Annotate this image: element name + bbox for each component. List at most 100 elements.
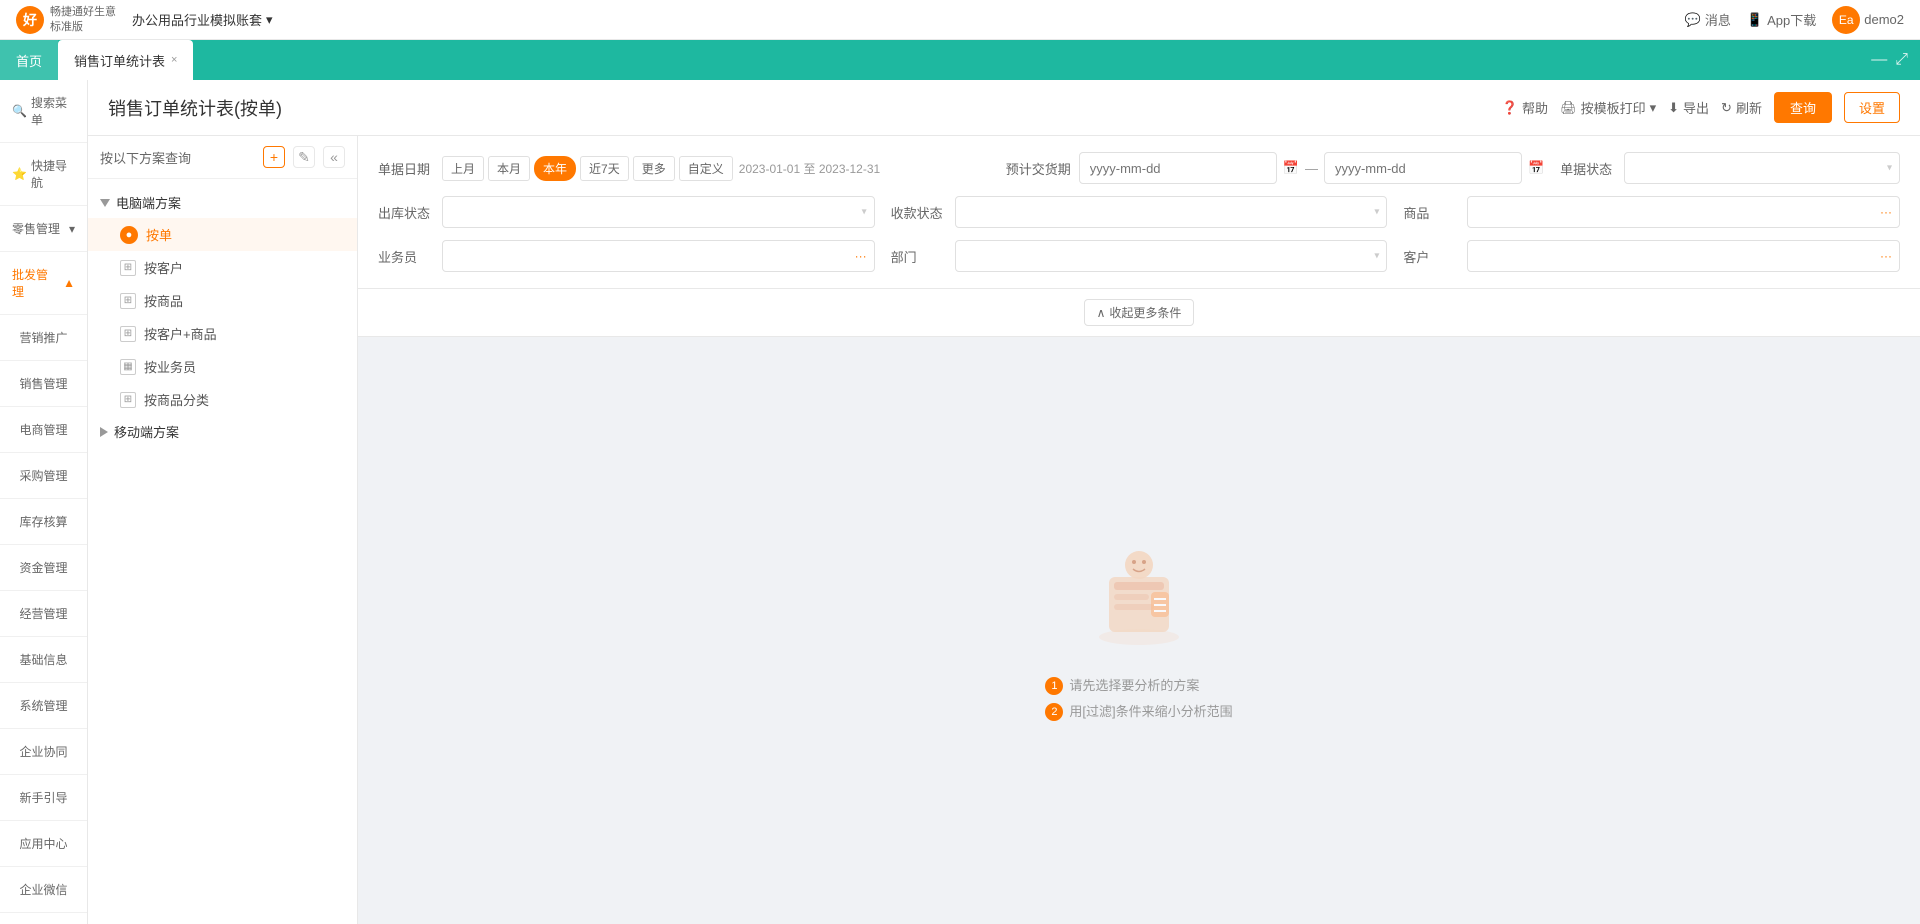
sidebar-item-search[interactable]: 🔍 搜索菜单 bbox=[0, 80, 87, 143]
receipt-status-label: 收款状态 bbox=[891, 203, 947, 222]
date-shortcut-7days[interactable]: 近7天 bbox=[580, 156, 629, 181]
help-btn[interactable]: ❓ 帮助 bbox=[1502, 98, 1548, 117]
sidebar-item-member[interactable]: 畅会员 bbox=[0, 913, 87, 924]
empty-state: 1 请先选择要分析的方案 2 用[过滤]条件来缩小分析范围 bbox=[358, 337, 1920, 924]
filter-row-1: 单据日期 上月 本月 本年 近7天 更多 自定义 20 bbox=[378, 152, 1900, 184]
top-bar: 好 畅捷通好生意 标准版 办公用品行业模拟账套 ▾ 💬 消息 📱 App下载 E… bbox=[0, 0, 1920, 40]
scheme-item-by-staff[interactable]: ▦ 按业务员 bbox=[88, 350, 357, 383]
mobile-scheme-group: 移动端方案 bbox=[88, 416, 357, 447]
scheme-cust-goods-icon: ⊞ bbox=[120, 326, 136, 342]
scheme-item-by-goods[interactable]: ⊞ 按商品 bbox=[88, 284, 357, 317]
scheme-category-icon: ⊞ bbox=[120, 392, 136, 408]
status-select-wrapper: ▾ bbox=[1624, 152, 1900, 184]
mobile-scheme-group-header[interactable]: 移动端方案 bbox=[88, 416, 357, 447]
staff-input[interactable] bbox=[442, 240, 875, 272]
filter-row-3: 业务员 ··· 部门 ▾ bbox=[378, 240, 1900, 272]
staff-more-btn[interactable]: ··· bbox=[851, 249, 871, 263]
expected-date-range: 📅 — 📅 bbox=[1079, 152, 1544, 184]
dept-select-wrapper: ▾ bbox=[955, 240, 1388, 272]
customer-input[interactable] bbox=[1467, 240, 1900, 272]
out-status-select[interactable] bbox=[442, 196, 875, 228]
sidebar-item-purchase[interactable]: 采购管理 bbox=[0, 453, 87, 499]
expected-date-label: 预计交货期 bbox=[1006, 159, 1071, 178]
date-shortcut-this-year[interactable]: 本年 bbox=[534, 156, 576, 181]
empty-tips: 1 请先选择要分析的方案 2 用[过滤]条件来缩小分析范围 bbox=[1045, 673, 1232, 725]
avatar: Ea bbox=[1832, 6, 1860, 34]
expected-date-end[interactable] bbox=[1324, 152, 1522, 184]
workspace-selector[interactable]: 办公用品行业模拟账套 ▾ bbox=[124, 10, 281, 29]
scheme-item-by-order[interactable]: ● 按单 bbox=[88, 218, 357, 251]
tab-sales-order-stats[interactable]: 销售订单统计表 × bbox=[58, 40, 193, 80]
scheme-item-by-customer[interactable]: ⊞ 按客户 bbox=[88, 251, 357, 284]
goods-input-wrapper: ··· bbox=[1467, 196, 1900, 228]
date-shortcut-this-month[interactable]: 本月 bbox=[488, 156, 530, 181]
sidebar-item-sales[interactable]: 销售管理 bbox=[0, 361, 87, 407]
tab-home[interactable]: 首页 bbox=[0, 40, 58, 80]
filter-customer: 客户 ··· bbox=[1403, 240, 1900, 272]
status-select[interactable] bbox=[1624, 152, 1900, 184]
pc-scheme-group-header[interactable]: 电脑端方案 bbox=[88, 187, 357, 218]
filter-date: 单据日期 上月 本月 本年 近7天 更多 自定义 20 bbox=[378, 156, 990, 181]
filter-staff: 业务员 ··· bbox=[378, 240, 875, 272]
search-icon: 🔍 bbox=[12, 104, 27, 118]
sidebar-item-newbie[interactable]: 新手引导 bbox=[0, 775, 87, 821]
user-area[interactable]: Ea demo2 bbox=[1832, 6, 1904, 34]
top-bar-right: 💬 消息 📱 App下载 Ea demo2 bbox=[1685, 6, 1904, 34]
sidebar-item-base[interactable]: 基础信息 bbox=[0, 637, 87, 683]
scheme-item-by-cust-goods[interactable]: ⊞ 按客户+商品 bbox=[88, 317, 357, 350]
sidebar-item-retail[interactable]: 零售管理 ▾ bbox=[0, 206, 87, 252]
sidebar-item-quick[interactable]: ⭐ 快捷导航 bbox=[0, 143, 87, 206]
minimize-btn[interactable]: — bbox=[1871, 51, 1887, 69]
setting-btn[interactable]: 设置 bbox=[1844, 92, 1900, 123]
sidebar-item-corp[interactable]: 企业协同 bbox=[0, 729, 87, 775]
out-status-wrapper: ▾ bbox=[442, 196, 875, 228]
main-layout: 🔍 搜索菜单 ⭐ 快捷导航 零售管理 ▾ 批发管理 ▲ 营销推广 销售管理 电商… bbox=[0, 80, 1920, 924]
date-shortcut-tabs: 上月 本月 本年 近7天 更多 自定义 bbox=[442, 156, 733, 181]
sidebar-item-ecom[interactable]: 电商管理 bbox=[0, 407, 87, 453]
scheme-item-by-category[interactable]: ⊞ 按商品分类 bbox=[88, 383, 357, 416]
print-btn[interactable]: 🖨 按模板打印 ▾ bbox=[1560, 98, 1656, 117]
content-area: 销售订单统计表(按单) ❓ 帮助 🖨 按模板打印 ▾ ⬇ 导出 ↻ 刷新 bbox=[88, 80, 1920, 924]
filter-dept: 部门 ▾ bbox=[891, 240, 1388, 272]
collapse-more-btn[interactable]: ∧ 收起更多条件 bbox=[1084, 299, 1195, 326]
dept-select[interactable] bbox=[955, 240, 1388, 272]
date-shortcut-more[interactable]: 更多 bbox=[633, 156, 675, 181]
export-icon: ⬇ bbox=[1668, 100, 1679, 116]
staff-label: 业务员 bbox=[378, 247, 434, 266]
date-shortcut-custom[interactable]: 自定义 bbox=[679, 156, 733, 181]
message-btn[interactable]: 💬 消息 bbox=[1685, 10, 1731, 29]
goods-input[interactable] bbox=[1467, 196, 1900, 228]
sidebar-item-ops[interactable]: 经营管理 bbox=[0, 591, 87, 637]
query-btn[interactable]: 查询 bbox=[1774, 92, 1832, 123]
empty-illustration bbox=[1079, 537, 1199, 657]
export-btn[interactable]: ⬇ 导出 bbox=[1668, 98, 1709, 117]
expected-date-start[interactable] bbox=[1079, 152, 1277, 184]
tab-close-btn[interactable]: × bbox=[171, 54, 177, 66]
sidebar-item-finance[interactable]: 资金管理 bbox=[0, 545, 87, 591]
date-label: 单据日期 bbox=[378, 159, 434, 178]
chevron-down-icon: ▾ bbox=[69, 222, 75, 236]
edit-scheme-btn[interactable]: ✎ bbox=[293, 146, 315, 168]
receipt-status-select[interactable] bbox=[955, 196, 1388, 228]
customer-more-btn[interactable]: ··· bbox=[1876, 249, 1896, 263]
date-shortcut-last-month[interactable]: 上月 bbox=[442, 156, 484, 181]
scheme-staff-icon: ▦ bbox=[120, 359, 136, 375]
add-scheme-btn[interactable]: + bbox=[263, 146, 285, 168]
collapse-scheme-btn[interactable]: « bbox=[323, 146, 345, 168]
sidebar-item-marketing[interactable]: 营销推广 bbox=[0, 315, 87, 361]
top-bar-left: 好 畅捷通好生意 标准版 办公用品行业模拟账套 ▾ bbox=[16, 5, 281, 34]
goods-more-btn[interactable]: ··· bbox=[1876, 205, 1896, 219]
sidebar-item-wholesale[interactable]: 批发管理 ▲ bbox=[0, 252, 87, 315]
app-download-btn[interactable]: 📱 App下载 bbox=[1747, 10, 1816, 29]
sidebar-item-wechat[interactable]: 企业微信 bbox=[0, 867, 87, 913]
sidebar-item-sys[interactable]: 系统管理 bbox=[0, 683, 87, 729]
sidebar-item-inventory[interactable]: 库存核算 bbox=[0, 499, 87, 545]
maximize-btn[interactable]: ⤢ bbox=[1895, 51, 1908, 69]
scheme-goods-icon: ⊞ bbox=[120, 293, 136, 309]
sidebar-item-apps[interactable]: 应用中心 bbox=[0, 821, 87, 867]
refresh-btn[interactable]: ↻ 刷新 bbox=[1721, 98, 1762, 117]
page-actions: ❓ 帮助 🖨 按模板打印 ▾ ⬇ 导出 ↻ 刷新 查询 设置 bbox=[1502, 92, 1900, 135]
scheme-customer-icon: ⊞ bbox=[120, 260, 136, 276]
print-icon: 🖨 bbox=[1560, 100, 1577, 116]
dept-label: 部门 bbox=[891, 247, 947, 266]
